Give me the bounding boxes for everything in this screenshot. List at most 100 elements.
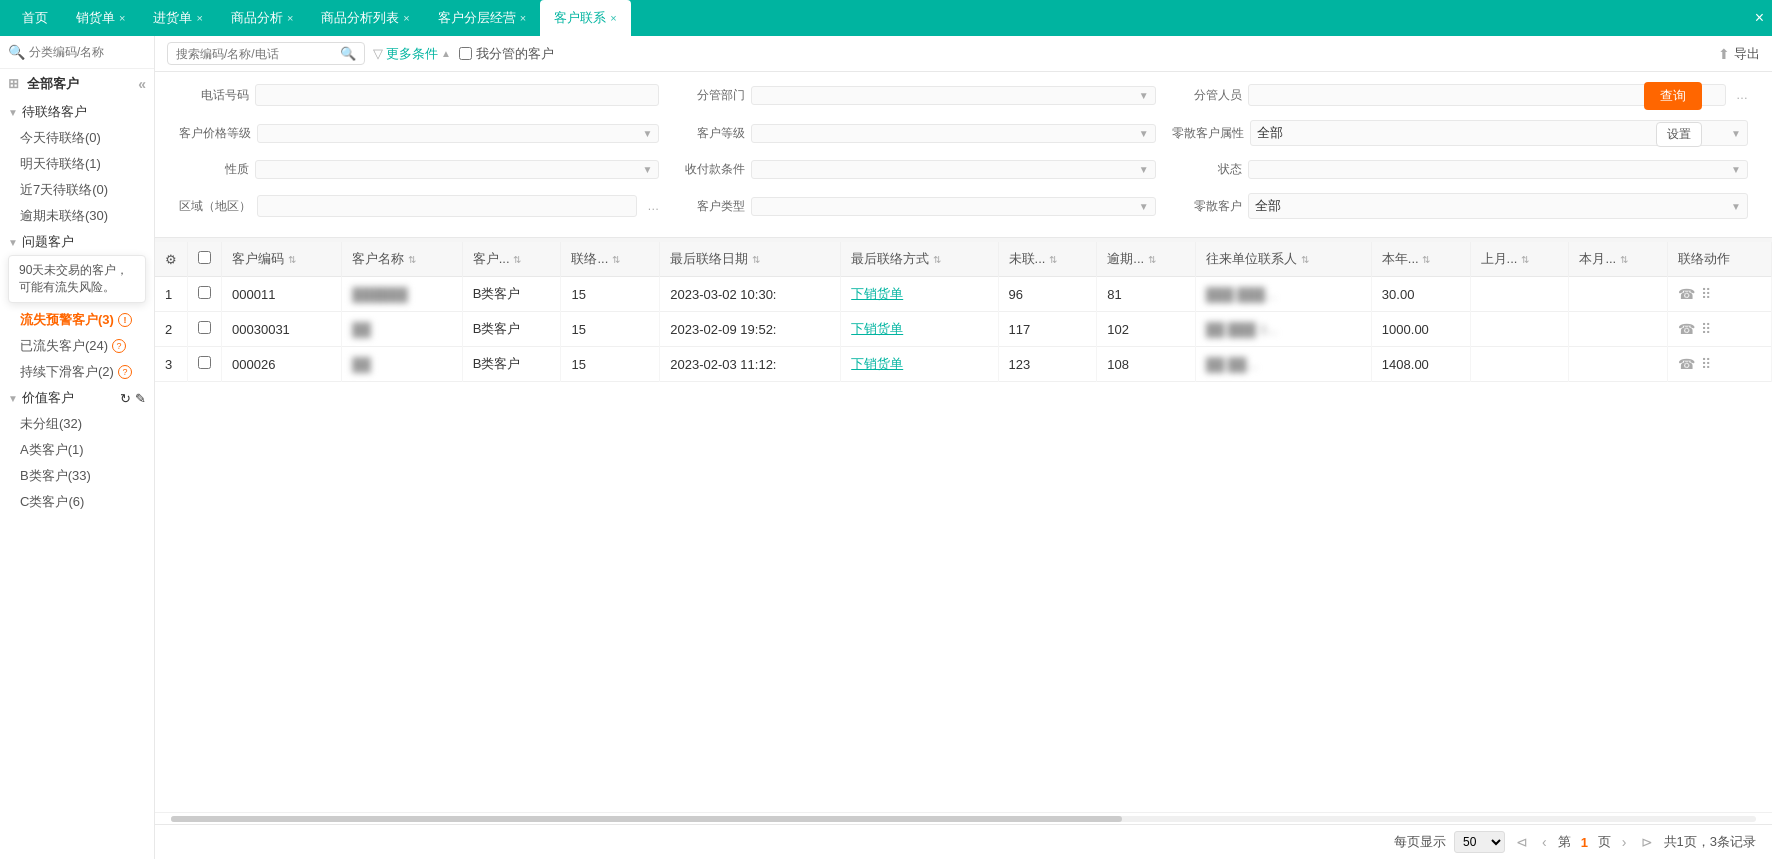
col-this-year: 本年... ⇅ <box>1371 242 1470 277</box>
tab-close-icon[interactable]: × <box>196 12 202 24</box>
sort-icon7[interactable]: ⇅ <box>1049 254 1057 265</box>
row-select-checkbox[interactable] <box>198 321 211 334</box>
sidebar-all-customers[interactable]: ⊞ 全部客户 « <box>0 69 154 99</box>
nav-tab-客户分层经营[interactable]: 客户分层经营 × <box>424 0 540 36</box>
sidebar-item-churn-warning[interactable]: 流失预警客户(3) ! <box>0 307 154 333</box>
sort-icon5[interactable]: ⇅ <box>752 254 760 265</box>
sidebar-item-class-a[interactable]: A类客户(1) <box>0 437 154 463</box>
row-actions-0: ☎ ⠿ <box>1668 277 1772 312</box>
nature-select[interactable]: ▼ <box>255 160 659 179</box>
tab-close-icon[interactable]: × <box>520 12 526 24</box>
action-contact-icon[interactable]: ☎ <box>1678 356 1695 372</box>
status-select[interactable]: ▼ <box>1248 160 1748 179</box>
row-type-2: B类客户 <box>462 347 561 382</box>
next-last-btn[interactable]: ⊳ <box>1638 834 1656 850</box>
sidebar-item-tomorrow-pending[interactable]: 明天待联络(1) <box>0 151 154 177</box>
sidebar-group-pending-contact[interactable]: ▼ 待联络客户 <box>0 99 154 125</box>
row-num-1: 2 <box>155 312 188 347</box>
action-more-icon[interactable]: ⠿ <box>1701 286 1711 302</box>
customer-type-select[interactable]: ▼ <box>751 197 1155 216</box>
row-no-contact-1: 117 <box>998 312 1097 347</box>
sidebar-search-input[interactable] <box>29 45 155 59</box>
nav-tab-销货单[interactable]: 销货单 × <box>62 0 139 36</box>
toolbar-search-button[interactable]: 🔍 <box>340 46 356 61</box>
row-actions-1: ☎ ⠿ <box>1668 312 1772 347</box>
toolbar-search-input[interactable] <box>176 47 336 61</box>
col-no-contact: 未联... ⇅ <box>998 242 1097 277</box>
sort-icon10[interactable]: ⇅ <box>1422 254 1430 265</box>
per-page-select[interactable]: 50 100 200 <box>1454 831 1505 853</box>
sidebar-item-week-pending[interactable]: 近7天待联络(0) <box>0 177 154 203</box>
sidebar-item-churned[interactable]: 已流失客户(24) ? <box>0 333 154 359</box>
phone-input[interactable] <box>255 84 659 106</box>
row-select-checkbox[interactable] <box>198 286 211 299</box>
manager-more-icon[interactable]: … <box>1736 88 1748 102</box>
edit-icon[interactable]: ✎ <box>135 391 146 406</box>
retail-select[interactable]: 全部 ▼ <box>1248 193 1748 219</box>
sidebar-group-problem[interactable]: ▼ 问题客户 <box>0 229 154 255</box>
sidebar-item-today-pending[interactable]: 今天待联络(0) <box>0 125 154 151</box>
close-all-button[interactable]: × <box>1755 9 1764 27</box>
query-button[interactable]: 查询 <box>1644 82 1702 110</box>
sort-icon4[interactable]: ⇅ <box>612 254 620 265</box>
sort-icon8[interactable]: ⇅ <box>1148 254 1156 265</box>
row-method-0[interactable]: 下销货单 <box>841 277 998 312</box>
refresh-icon[interactable]: ↻ <box>120 391 131 406</box>
nav-tab-商品分析[interactable]: 商品分析 × <box>217 0 307 36</box>
nav-tab-商品分析列表[interactable]: 商品分析列表 × <box>307 0 423 36</box>
sort-icon3[interactable]: ⇅ <box>513 254 521 265</box>
sidebar-item-overdue-contact[interactable]: 逾期未联络(30) <box>0 203 154 229</box>
horizontal-scrollbar[interactable] <box>155 812 1772 824</box>
select-all-checkbox[interactable] <box>198 251 211 264</box>
dept-select[interactable]: ▼ <box>751 86 1155 105</box>
my-customers-checkbox-area[interactable]: 我分管的客户 <box>459 45 554 63</box>
tab-close-icon[interactable]: × <box>287 12 293 24</box>
row-method-2[interactable]: 下销货单 <box>841 347 998 382</box>
row-checkbox-2[interactable] <box>188 347 222 382</box>
settings-button[interactable]: 设置 <box>1656 122 1702 147</box>
status-label: 状态 <box>1172 161 1242 178</box>
sidebar-item-ungrouped[interactable]: 未分组(32) <box>0 411 154 437</box>
tab-close-icon[interactable]: × <box>119 12 125 24</box>
nav-tab-首页[interactable]: 首页 <box>8 0 62 36</box>
sidebar-item-class-c[interactable]: C类客户(6) <box>0 489 154 515</box>
row-method-1[interactable]: 下销货单 <box>841 312 998 347</box>
price-level-select[interactable]: ▼ <box>257 124 659 143</box>
col-select-all[interactable] <box>188 242 222 277</box>
action-contact-icon[interactable]: ☎ <box>1678 286 1695 302</box>
payment-select[interactable]: ▼ <box>751 160 1155 179</box>
prev-first-btn[interactable]: ⊲ <box>1513 834 1531 850</box>
sidebar-group-value[interactable]: ▼ 价值客户 ↻ ✎ <box>0 385 154 411</box>
action-more-icon[interactable]: ⠿ <box>1701 356 1711 372</box>
row-checkbox-0[interactable] <box>188 277 222 312</box>
sort-icon12[interactable]: ⇅ <box>1620 254 1628 265</box>
region-input[interactable] <box>257 195 637 217</box>
nav-tab-客户联系[interactable]: 客户联系 × <box>540 0 630 36</box>
row-checkbox-1[interactable] <box>188 312 222 347</box>
sort-icon2[interactable]: ⇅ <box>408 254 416 265</box>
export-button[interactable]: ⬆ 导出 <box>1718 45 1760 63</box>
tab-close-icon[interactable]: × <box>403 12 409 24</box>
sort-icon6[interactable]: ⇅ <box>933 254 941 265</box>
sidebar-item-declining[interactable]: 持续下滑客户(2) ? <box>0 359 154 385</box>
gear-icon[interactable]: ⚙ <box>165 252 177 267</box>
sort-icon9[interactable]: ⇅ <box>1301 254 1309 265</box>
row-select-checkbox[interactable] <box>198 356 211 369</box>
sidebar-collapse-icon[interactable]: « <box>138 76 146 92</box>
filter-more-button[interactable]: ▽ 更多条件 ▲ <box>373 45 451 63</box>
customer-level-select[interactable]: ▼ <box>751 124 1155 143</box>
next-btn[interactable]: › <box>1619 834 1630 850</box>
action-contact-icon[interactable]: ☎ <box>1678 321 1695 337</box>
sidebar-item-class-b[interactable]: B类客户(33) <box>0 463 154 489</box>
my-customers-checkbox[interactable] <box>459 47 472 60</box>
col-contact-person: 往来单位联系人 ⇅ <box>1196 242 1372 277</box>
prev-btn[interactable]: ‹ <box>1539 834 1550 850</box>
tab-close-icon[interactable]: × <box>610 12 616 24</box>
row-this-year-1: 1000.00 <box>1371 312 1470 347</box>
sort-icon11[interactable]: ⇅ <box>1521 254 1529 265</box>
region-more-icon[interactable]: … <box>647 199 659 213</box>
action-more-icon[interactable]: ⠿ <box>1701 321 1711 337</box>
col-gear[interactable]: ⚙ <box>155 242 188 277</box>
sort-icon[interactable]: ⇅ <box>288 254 296 265</box>
nav-tab-进货单[interactable]: 进货单 × <box>139 0 216 36</box>
